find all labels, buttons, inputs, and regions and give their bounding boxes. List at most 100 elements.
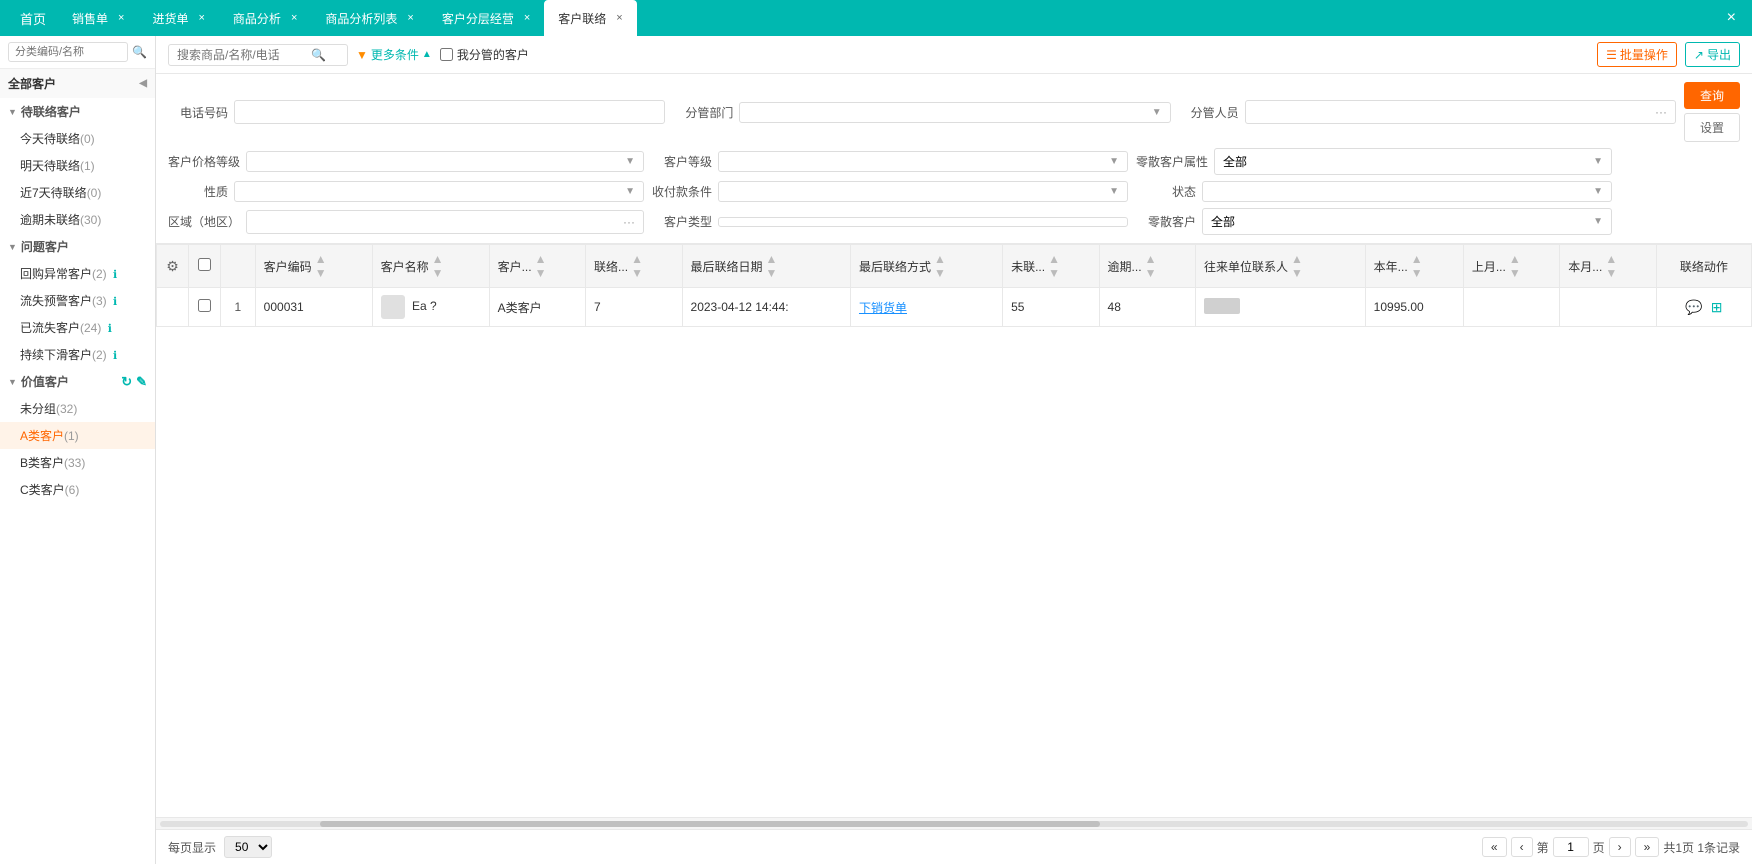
filter-status-select[interactable]: ▼ (1202, 181, 1612, 202)
th-name[interactable]: 客户名称 ▲▼ (372, 245, 489, 288)
nav-tab-customer-contact[interactable]: 客户联络 × (544, 0, 636, 36)
nav-tab-customer-contact-close[interactable]: × (616, 12, 622, 24)
first-page-btn[interactable]: « (1482, 837, 1507, 857)
sidebar-item-classB[interactable]: B类客户(33) (0, 449, 155, 476)
page-input[interactable] (1553, 837, 1589, 857)
batch-operation-btn[interactable]: ☰ 批量操作 (1597, 42, 1677, 67)
filter-phone-input[interactable] (234, 100, 665, 124)
th-this-month[interactable]: 本月... ▲▼ (1560, 245, 1656, 288)
th-contact[interactable]: 联络... ▲▼ (586, 245, 682, 288)
nav-tab-purchase[interactable]: 进货单 × (138, 0, 218, 36)
problem-tri-icon: ▼ (8, 242, 17, 252)
toolbar-search-icon[interactable]: 🔍 (311, 48, 326, 62)
th-unit-contact[interactable]: 往来单位联系人 ▲▼ (1196, 245, 1366, 288)
action-more-icon[interactable]: ⊞ (1711, 299, 1723, 316)
sidebar-search-input[interactable] (8, 42, 128, 62)
filter-region-select[interactable]: ··· (246, 210, 644, 234)
sidebar-item-7days[interactable]: 近7天待联络(0) (0, 179, 155, 206)
filter-row-3: 性质 ▼ 收付款条件 ▼ 状态 (168, 181, 1740, 202)
last-method-link[interactable]: 下销货单 (859, 301, 907, 315)
sidebar-value-group[interactable]: ▼ 价值客户 ↻ ✎ (0, 368, 155, 395)
nav-tab-customer-segment[interactable]: 客户分层经营 × (428, 0, 544, 36)
th-gear[interactable]: ⚙ (157, 245, 189, 288)
export-btn[interactable]: ↗ 导出 (1685, 42, 1740, 67)
page-total: 页 (1593, 839, 1605, 856)
nav-tab-goods-analysis-close[interactable]: × (291, 12, 297, 24)
filter-more-btn[interactable]: ▼ 更多条件 ▲ (356, 46, 432, 63)
filter-nature-select[interactable]: ▼ (234, 181, 644, 202)
per-page-select[interactable]: 50 (224, 836, 272, 858)
td-checkbox[interactable] (189, 288, 221, 327)
filter-retail-attr-select[interactable]: 全部 ▼ (1214, 148, 1612, 175)
th-type[interactable]: 客户... ▲▼ (489, 245, 585, 288)
th-checkbox[interactable] (189, 245, 221, 288)
last-page-btn[interactable]: » (1635, 837, 1660, 857)
sidebar-all-customers-header[interactable]: 全部客户 ◀ (0, 69, 155, 98)
filter-customer-type-select[interactable] (718, 217, 1128, 227)
horizontal-scrollbar[interactable] (156, 817, 1752, 829)
nav-tab-sales[interactable]: 销售单 × (58, 0, 138, 36)
nav-tab-goods-analysis-list-close[interactable]: × (407, 12, 413, 24)
sidebar-item-tomorrow[interactable]: 明天待联络(1) (0, 152, 155, 179)
filter-dept-label: 分管部门 (673, 104, 733, 121)
th-last-month[interactable]: 上月... ▲▼ (1463, 245, 1559, 288)
value-refresh-icon[interactable]: ↻ (121, 374, 132, 390)
th-no-contact[interactable]: 未联... ▲▼ (1003, 245, 1099, 288)
th-last-method[interactable]: 最后联络方式 ▲▼ (850, 245, 1002, 288)
sidebar-item-unclassified[interactable]: 未分组(32) (0, 395, 155, 422)
filter-payment-select[interactable]: ▼ (718, 181, 1128, 202)
filter-phone-label: 电话号码 (168, 104, 228, 121)
gear-icon[interactable]: ⚙ (166, 258, 179, 274)
sidebar-item-continuous-down[interactable]: 持续下滑客户(2) ℹ (0, 341, 155, 368)
filter-person-select[interactable]: ··· (1245, 100, 1676, 124)
next-page-btn[interactable]: › (1609, 837, 1631, 857)
sidebar-problem-group[interactable]: ▼ 问题客户 (0, 233, 155, 260)
retail-customer-arrow-icon: ▼ (1593, 216, 1603, 227)
scrollbar-track[interactable] (160, 821, 1748, 827)
sidebar-item-overdue[interactable]: 逾期未联络(30) (0, 206, 155, 233)
close-all-tabs[interactable]: × (1719, 9, 1744, 26)
settings-btn[interactable]: 设置 (1684, 113, 1740, 142)
main-content: 🔍 ▼ 更多条件 ▲ 我分管的客户 ☰ 批量操作 ↗ 导出 (156, 36, 1752, 864)
nav-tab-goods-analysis[interactable]: 商品分析 × (219, 0, 311, 36)
nav-tab-sales-close[interactable]: × (118, 12, 124, 24)
scrollbar-thumb[interactable] (320, 821, 1100, 827)
toolbar: 🔍 ▼ 更多条件 ▲ 我分管的客户 ☰ 批量操作 ↗ 导出 (156, 36, 1752, 74)
nav-tab-purchase-close[interactable]: × (198, 12, 204, 24)
nav-home[interactable]: 首页 (8, 0, 58, 36)
sidebar-item-lost-pre[interactable]: 流失预警客户(3) ℹ (0, 287, 155, 314)
sort-overdue-icon: ▲▼ (1145, 252, 1157, 280)
th-overdue[interactable]: 逾期... ▲▼ (1099, 245, 1195, 288)
select-all-checkbox[interactable] (198, 258, 211, 271)
sidebar-item-today[interactable]: 今天待联络(0) (0, 125, 155, 152)
td-last-month (1463, 288, 1559, 327)
sidebar-item-classC[interactable]: C类客户(6) (0, 476, 155, 503)
value-edit-icon[interactable]: ✎ (136, 374, 147, 390)
nav-tab-goods-analysis-list[interactable]: 商品分析列表 × (311, 0, 427, 36)
td-last-method[interactable]: 下销货单 (850, 288, 1002, 327)
row-checkbox[interactable] (198, 299, 211, 312)
filter-region-field: 区域（地区） ··· (168, 210, 644, 234)
sidebar-item-classA[interactable]: A类客户(1) (0, 422, 155, 449)
sidebar-problem-label: 问题客户 (21, 238, 69, 255)
th-this-year[interactable]: 本年... ▲▼ (1365, 245, 1463, 288)
query-btn[interactable]: 查询 (1684, 82, 1740, 109)
action-chat-icon[interactable]: 💬 (1685, 299, 1702, 316)
sidebar-item-repeat-abnormal[interactable]: 回购异常客户(2) ℹ (0, 260, 155, 287)
nav-tab-customer-segment-close[interactable]: × (524, 12, 530, 24)
filter-customer-grade-select[interactable]: ▼ (718, 151, 1128, 172)
filter-customer-type-field: 客户类型 (652, 213, 1128, 230)
sidebar-pending-group[interactable]: ▼ 待联络客户 (0, 98, 155, 125)
my-customer-checkbox[interactable] (440, 48, 453, 61)
sidebar-search-icon[interactable]: 🔍 (132, 45, 147, 59)
th-last-date[interactable]: 最后联络日期 ▲▼ (682, 245, 850, 288)
filter-price-grade-select[interactable]: ▼ (246, 151, 644, 172)
filter-retail-customer-select[interactable]: 全部 ▼ (1202, 208, 1612, 235)
prev-page-btn[interactable]: ‹ (1511, 837, 1533, 857)
td-no-contact: 55 (1003, 288, 1099, 327)
sort-this-month-icon: ▲▼ (1605, 252, 1617, 280)
sidebar-item-lost[interactable]: 已流失客户(24) ℹ (0, 314, 155, 341)
th-code[interactable]: 客户编码 ▲▼ (255, 245, 372, 288)
filter-dept-select[interactable]: ▼ (739, 102, 1170, 123)
search-input[interactable] (177, 48, 307, 62)
